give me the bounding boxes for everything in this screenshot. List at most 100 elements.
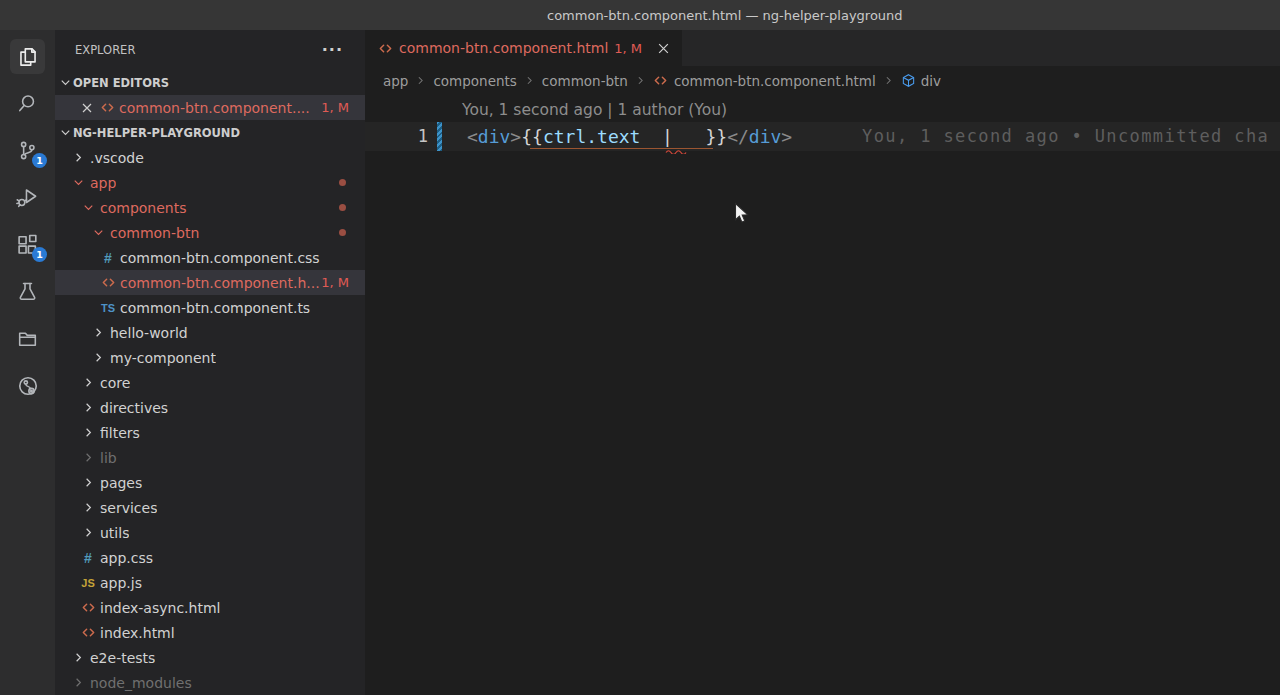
git-modified-dot [339, 204, 347, 212]
git-modified-dot [339, 229, 347, 237]
chevron-right-icon [80, 375, 96, 391]
activity-source-control-icon[interactable]: 1 [0, 127, 55, 174]
css-file-icon: # [80, 550, 96, 566]
tree-file-common-btn-component-h-[interactable]: common-btn.component.h...1, M [55, 270, 365, 295]
activity-bar: 11 [0, 30, 55, 695]
tree-folder-common-btn[interactable]: common-btn [55, 220, 365, 245]
tab-common-btn-component-html[interactable]: common-btn.component.html 1, M [365, 30, 682, 66]
codelens[interactable]: You, 1 second ago | 1 author (You) [462, 95, 1280, 122]
tree-folder-lib[interactable]: lib [55, 445, 365, 470]
tree-folder-services[interactable]: services [55, 495, 365, 520]
chevron-right-icon [70, 650, 86, 666]
breadcrumb-item[interactable]: common-btn.component.html [653, 73, 876, 89]
breadcrumb: app components common-btn common-btn.compon… [365, 66, 1280, 95]
activity-extensions-icon[interactable]: 1 [0, 221, 55, 268]
window-title-bar: common-btn.component.html — ng-helper-pl… [0, 0, 1280, 30]
breadcrumb-item[interactable]: common-btn [542, 73, 628, 89]
tree-folder-node-modules[interactable]: node_modules [55, 670, 365, 695]
open-editor-item[interactable]: common-btn.component.... 1, M [55, 95, 365, 120]
chevron-right-icon [882, 74, 895, 87]
breadcrumb-item[interactable]: components [433, 73, 516, 89]
chevron-right-icon [70, 150, 86, 166]
tree-folder-pages[interactable]: pages [55, 470, 365, 495]
activity-explorer-icon[interactable] [0, 33, 55, 80]
tree-item-label: common-btn [110, 225, 199, 241]
tree-folder-components[interactable]: components [55, 195, 365, 220]
chevron-down-icon [57, 125, 73, 141]
chevron-down-icon [70, 175, 86, 191]
code-editor[interactable]: You, 1 second ago | 1 author (You) 1 <di… [365, 95, 1280, 695]
chevron-right-icon [80, 475, 96, 491]
tree-item-label: common-btn.component.ts [120, 300, 310, 316]
tree-folder-app[interactable]: app [55, 170, 365, 195]
ts-file-icon: TS [100, 302, 116, 314]
more-actions-icon[interactable]: ··· [322, 45, 343, 55]
chevron-right-icon [634, 74, 647, 87]
tree-item-label: app.css [100, 550, 153, 566]
tree-folder-core[interactable]: core [55, 370, 365, 395]
tree-folder-hello-world[interactable]: hello-world [55, 320, 365, 345]
sidebar-title: EXPLORER [75, 43, 135, 57]
tree-item-label: node_modules [90, 675, 192, 691]
tree-item-label: lib [100, 450, 117, 466]
activity-search-icon[interactable] [0, 80, 55, 127]
tree-folder--vscode[interactable]: .vscode [55, 145, 365, 170]
error-squiggle [665, 148, 687, 154]
open-editors-header[interactable]: OPEN EDITORS [55, 70, 365, 95]
tree-file-app-css[interactable]: #app.css [55, 545, 365, 570]
tab-problem-badge: 1, M [614, 41, 642, 56]
tree-folder-filters[interactable]: filters [55, 420, 365, 445]
tree-item-label: e2e-tests [90, 650, 155, 666]
activity-file-folder-icon[interactable] [0, 315, 55, 362]
workbench: 11 EXPLORER ··· OPEN EDITORS common-btn.… [0, 30, 1280, 695]
html-file-icon [99, 100, 115, 115]
code-content: <div>{{ctrl.text | }}</div> [467, 122, 792, 151]
css-file-icon: # [100, 250, 116, 266]
tree-item-label: index-async.html [100, 600, 220, 616]
tree-folder-utils[interactable]: utils [55, 520, 365, 545]
html-file-icon [653, 73, 669, 88]
tree-item-label: my-component [110, 350, 216, 366]
tab-bar: common-btn.component.html 1, M [365, 30, 1280, 66]
activity-run-and-debug-icon[interactable] [0, 174, 55, 221]
html-file-icon [377, 41, 393, 56]
workspace-header[interactable]: NG-HELPER-PLAYGROUND [55, 120, 365, 145]
git-blame-annotation: You, 1 second ago • Uncommitted cha [862, 122, 1269, 151]
close-icon[interactable] [657, 42, 670, 55]
chevron-right-icon [90, 350, 106, 366]
tree-file-app-js[interactable]: JS app.js [55, 570, 365, 595]
tree-item-label: services [100, 500, 157, 516]
tree-item-label: hello-world [110, 325, 188, 341]
chevron-down-icon [80, 200, 96, 216]
symbol-element-icon [901, 73, 916, 88]
mouse-pointer [734, 202, 751, 230]
tab-label: common-btn.component.html [399, 40, 608, 56]
chevron-down-icon [90, 225, 106, 241]
tree-folder-directives[interactable]: directives [55, 395, 365, 420]
js-file-icon: JS [80, 577, 96, 589]
breadcrumb-item[interactable]: app [383, 73, 408, 89]
chevron-down-icon [57, 75, 73, 91]
tree-folder-e2e-tests[interactable]: e2e-tests [55, 645, 365, 670]
breadcrumb-item[interactable]: div [901, 73, 941, 89]
open-editors-label: OPEN EDITORS [73, 76, 169, 90]
tree-item-label: directives [100, 400, 168, 416]
tree-item-label: app [90, 175, 116, 191]
html-file-icon [80, 625, 96, 640]
chevron-right-icon [80, 525, 96, 541]
tree-folder-my-component[interactable]: my-component [55, 345, 365, 370]
tree-file-index-async-html[interactable]: index-async.html [55, 595, 365, 620]
tree-file-index-html[interactable]: index.html [55, 620, 365, 645]
tree-item-label: pages [100, 475, 142, 491]
badge: 1 [32, 153, 47, 168]
activity-testing-icon[interactable] [0, 268, 55, 315]
tree-item-label: app.js [100, 575, 142, 591]
git-modified-dot [339, 179, 347, 187]
tree-file-common-btn-component-css[interactable]: #common-btn.component.css [55, 245, 365, 270]
tree-file-common-btn-component-ts[interactable]: TS common-btn.component.ts [55, 295, 365, 320]
close-icon[interactable] [79, 100, 95, 116]
chevron-right-icon [80, 500, 96, 516]
badge: 1 [32, 247, 47, 262]
explorer-sidebar: EXPLORER ··· OPEN EDITORS common-btn.com… [55, 30, 365, 695]
activity-git-graph-icon[interactable] [0, 362, 55, 409]
